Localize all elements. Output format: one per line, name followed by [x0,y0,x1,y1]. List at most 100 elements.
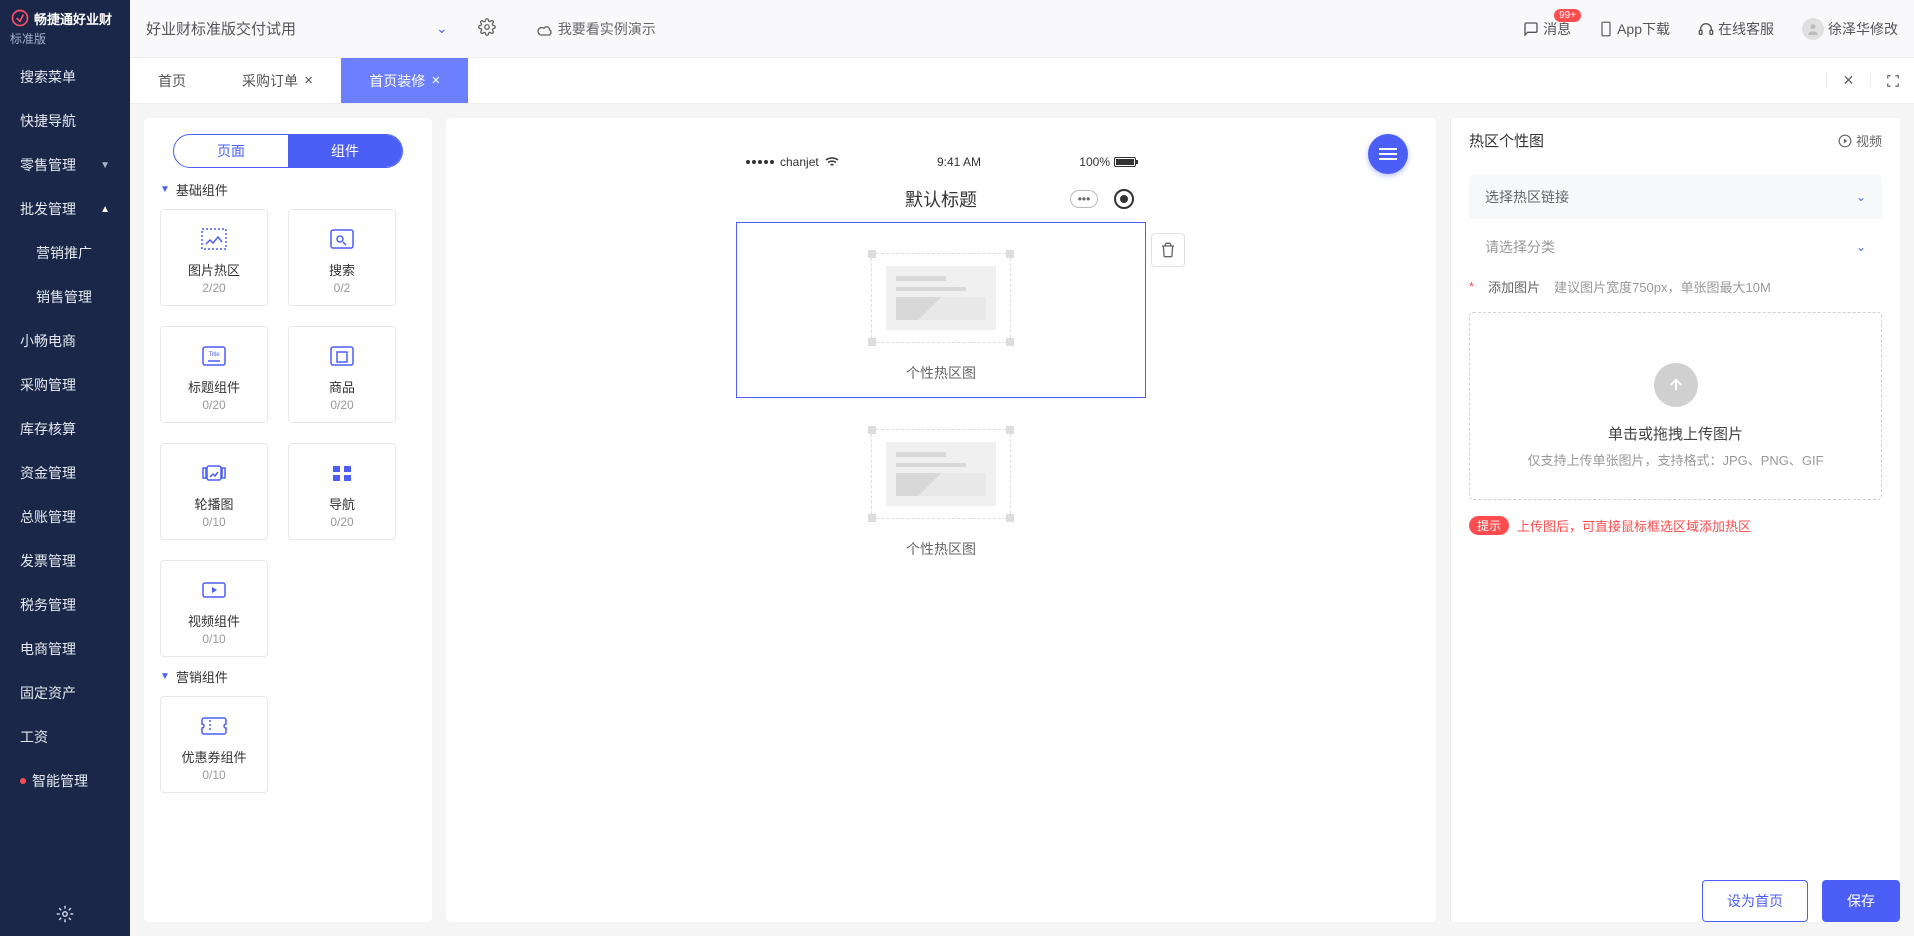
nav-fund[interactable]: 资金管理 [0,451,130,495]
comp-carousel[interactable]: 轮播图 0/10 [160,443,268,540]
group-basic[interactable]: ▼ 基础组件 [160,180,416,199]
phone-preview: chanjet 9:41 AM 100% 默认标题 ••• [736,148,1146,922]
segment-page[interactable]: 页面 [174,135,288,167]
nav-salary[interactable]: 工资 [0,715,130,759]
comp-coupon[interactable]: 优惠券组件 0/10 [160,696,268,793]
phone-header: 默认标题 ••• [736,176,1146,222]
category-select[interactable]: 请选择分类 ⌄ [1469,231,1882,263]
nav-ecommerce[interactable]: 电商管理 [0,627,130,671]
tab-home[interactable]: 首页 [130,58,214,103]
video-tutorial-link[interactable]: 视频 [1838,131,1882,150]
comp-search[interactable]: 搜索 0/2 [288,209,396,306]
left-sidebar: 畅捷通好业财 标准版 搜索菜单 快捷导航 零售管理▼ 批发管理▲ 营销推广 销售… [0,0,130,936]
comp-nav[interactable]: 导航 0/20 [288,443,396,540]
cloud-icon [536,22,554,36]
app-download-button[interactable]: App下载 [1599,19,1670,39]
prop-title: 热区个性图 [1469,130,1544,151]
product-dropdown[interactable]: ⌄ [436,20,448,37]
nav-ledger[interactable]: 总账管理 [0,495,130,539]
demo-link[interactable]: 我要看实例演示 [536,19,656,39]
phone-time: 9:41 AM [937,155,981,169]
signal-icon [746,160,774,164]
menu-icon [1379,147,1397,161]
trash-icon [1160,242,1176,258]
nav-retail[interactable]: 零售管理▼ [0,143,130,187]
search-comp-icon [289,224,395,254]
target-icon [1114,189,1134,209]
coupon-comp-icon [161,711,267,741]
segment-switch: 页面 组件 [173,134,403,168]
fullscreen-button[interactable] [1870,74,1914,88]
close-all-tabs-button[interactable]: ✕ [1826,72,1870,89]
user-menu[interactable]: 徐泽华修改 [1802,18,1898,40]
battery-icon [1114,157,1136,167]
carousel-comp-icon [161,458,267,488]
nav-search-menu[interactable]: 搜索菜单 [0,55,130,99]
logo-edition: 标准版 [0,30,130,55]
nav-invoice[interactable]: 发票管理 [0,539,130,583]
delete-block-button[interactable] [1151,233,1185,267]
bottom-bar: 设为首页 保存 [1702,880,1900,922]
save-button[interactable]: 保存 [1822,880,1900,922]
settings-button[interactable] [478,18,496,39]
canvas-area: chanjet 9:41 AM 100% 默认标题 ••• [446,118,1436,922]
segment-component[interactable]: 组件 [288,135,402,167]
nav-tax[interactable]: 税务管理 [0,583,130,627]
upload-box[interactable]: 单击或拖拽上传图片 仅支持上传单张图片，支持格式：JPG、PNG、GIF [1469,312,1882,500]
messages-button[interactable]: 消息 99+ [1523,19,1571,39]
avatar-icon [1802,18,1824,40]
tip-badge: 提示 [1469,516,1509,535]
nav-quick-nav[interactable]: 快捷导航 [0,99,130,143]
fullscreen-icon [1886,74,1900,88]
comp-image-hot[interactable]: 图片热区 2/20 [160,209,268,306]
product-title: 好业财标准版交付试用 [146,18,296,39]
nav-sales-manage[interactable]: 销售管理 [0,275,130,319]
logo: 畅捷通好业财 [0,0,130,30]
triangle-down-icon: ▼ [160,671,170,682]
float-menu-button[interactable] [1368,134,1408,174]
nav-smart[interactable]: 智能管理 [0,759,130,803]
support-button[interactable]: 在线客服 [1698,19,1774,39]
nav-inventory[interactable]: 库存核算 [0,407,130,451]
headset-icon [1698,21,1714,37]
nav-purchase[interactable]: 采购管理 [0,363,130,407]
message-icon [1523,21,1539,37]
sidebar-settings[interactable] [0,895,130,936]
triangle-down-icon: ▼ [160,184,170,195]
image-placeholder [871,429,1011,519]
chevron-down-icon: ⌄ [1856,240,1866,254]
properties-panel: 热区个性图 视频 选择热区链接 ⌄ 请选择分类 ⌄ * 添加图片 建议图片宽度7… [1450,118,1900,922]
hot-zone-label: 个性热区图 [737,539,1145,559]
comp-title[interactable]: Title 标题组件 0/20 [160,326,268,423]
tab-purchase-order[interactable]: 采购订单✕ [214,58,341,103]
close-icon[interactable]: ✕ [304,74,313,87]
close-icon[interactable]: ✕ [431,74,440,87]
logo-text: 畅捷通好业财 [34,9,112,28]
set-home-button[interactable]: 设为首页 [1702,880,1808,922]
nav-comp-icon [289,458,395,488]
tab-home-decor[interactable]: 首页装修✕ [341,58,468,103]
title-comp-icon: Title [161,341,267,371]
hot-zone-block-2[interactable]: 个性热区图 [736,398,1146,574]
phone-title: 默认标题 [905,186,977,212]
comp-goods[interactable]: 商品 0/20 [288,326,396,423]
hot-zone-label: 个性热区图 [737,363,1145,383]
nav-wholesale[interactable]: 批发管理▲ [0,187,130,231]
link-select[interactable]: 选择热区链接 ⌄ [1469,175,1882,219]
required-icon: * [1469,279,1474,294]
group-marketing[interactable]: ▼ 营销组件 [160,667,416,686]
add-image-row: * 添加图片 建议图片宽度750px，单张图最大10M [1451,263,1900,306]
nav-ecommerce-xc[interactable]: 小畅电商 [0,319,130,363]
gear-icon [56,905,74,923]
tip-text: 上传图后，可直接鼠标框选区域添加热区 [1517,516,1751,535]
nav-fixed-asset[interactable]: 固定资产 [0,671,130,715]
component-panel: 页面 组件 ▼ 基础组件 图片热区 2/20 搜索 0/2 Title 标题组件… [144,118,432,922]
nav-marketing-promo[interactable]: 营销推广 [0,231,130,275]
comp-video[interactable]: 视频组件 0/10 [160,560,268,657]
hot-zone-block-1[interactable]: 个性热区图 [736,222,1146,398]
tip-row: 提示 上传图后，可直接鼠标框选区域添加热区 [1451,500,1900,551]
upload-title: 单击或拖拽上传图片 [1480,423,1871,444]
new-dot-icon [20,778,26,784]
message-badge: 99+ [1554,9,1581,22]
wifi-icon [825,157,839,167]
